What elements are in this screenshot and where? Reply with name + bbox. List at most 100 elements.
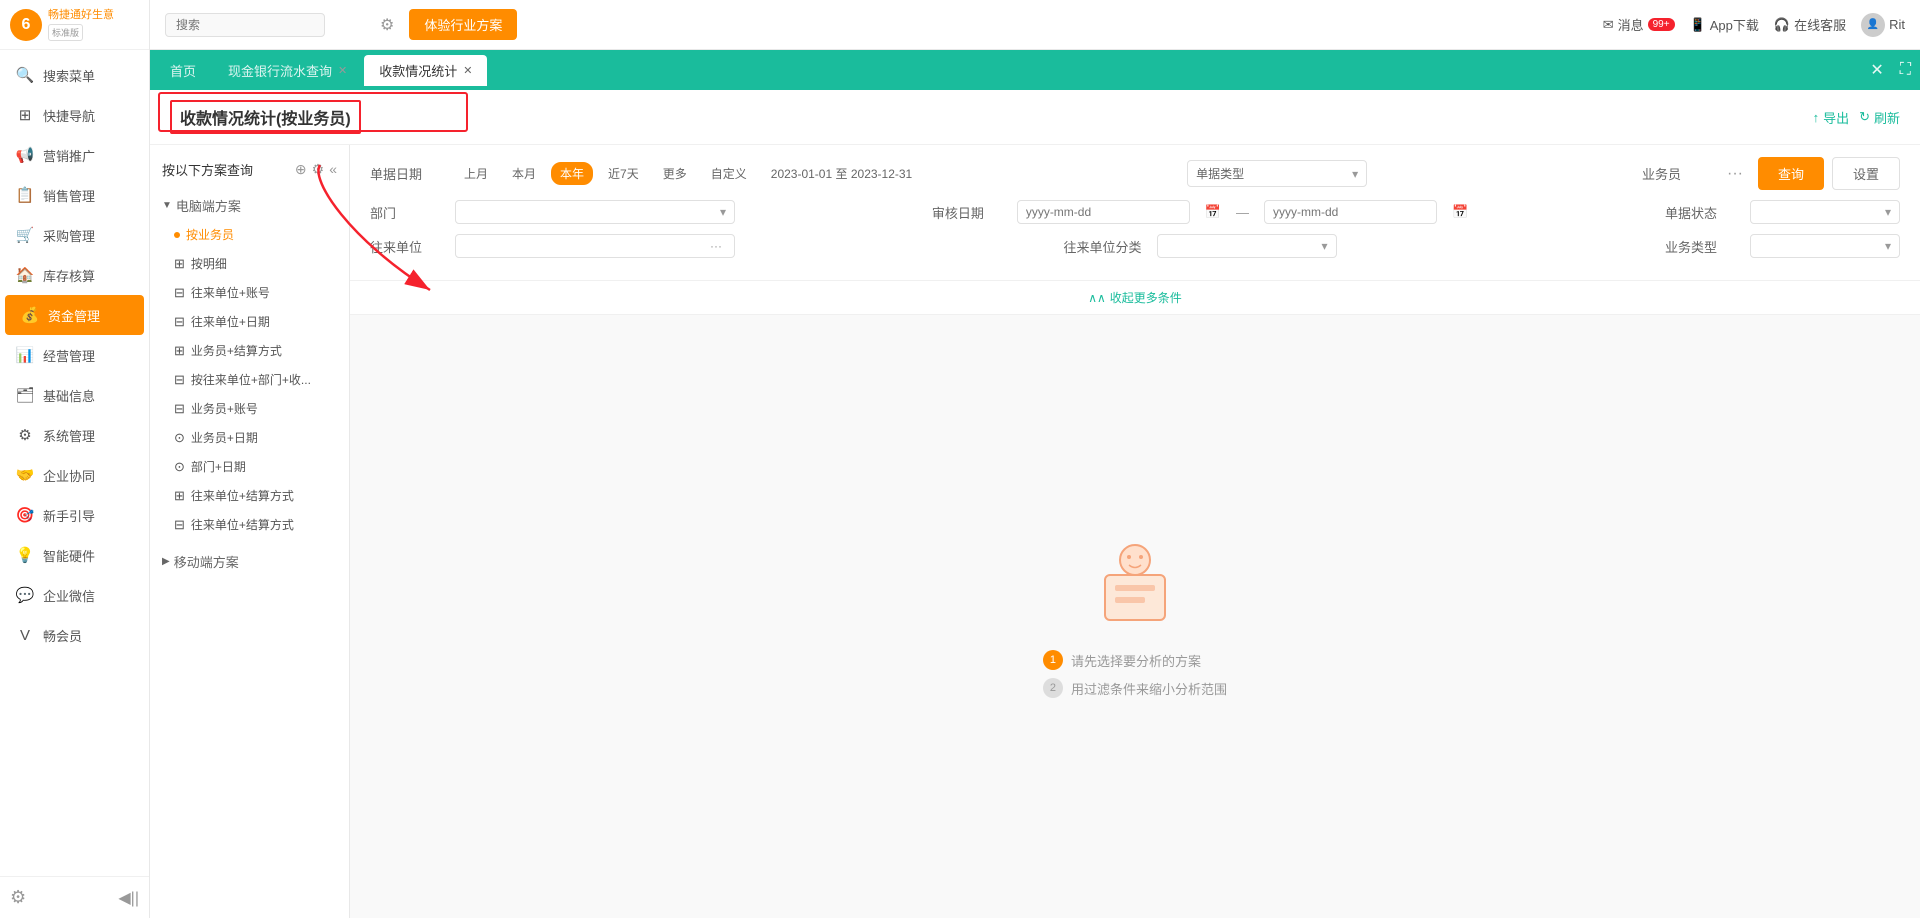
panel-header: 按以下方案查询 ⊕ ⚙ « [150,155,349,187]
dept-arrow: ▾ [720,205,726,219]
salesperson-scheme-label: 按业务员 [186,226,234,243]
logo-name: 畅捷通好生意 [48,8,114,22]
sidebar-item-system[interactable]: ⚙ 系统管理 [0,415,149,455]
panel-title: 按以下方案查询 [162,160,253,179]
sidebar-item-hardware[interactable]: 💡 智能硬件 [0,535,149,575]
date-btn-lastmonth[interactable]: 上月 [455,162,497,185]
doc-status-select[interactable]: ▾ [1750,200,1900,224]
tab-bank-close[interactable]: ✕ [338,64,347,77]
date-btn-thismonth[interactable]: 本月 [503,162,545,185]
dept-label: 部门 [370,203,440,222]
sidebar-item-quick[interactable]: ⊞ 快捷导航 [0,95,149,135]
trial-button[interactable]: 体验行业方案 [409,9,517,40]
tree-header-mobile[interactable]: ▶ 移动端方案 [150,547,349,576]
sidebar-item-enterprise[interactable]: 🤝 企业协同 [0,455,149,495]
doc-type-select[interactable]: 单据类型 ▾ [1187,160,1367,187]
tab-bank-label: 现金银行流水查询 [228,61,332,80]
collapse-icon[interactable]: ◀|| [118,888,139,908]
partner-label: 往来单位 [370,237,440,256]
tab-expand[interactable]: ⛶ [1896,57,1915,83]
page-title: 收款情况统计(按业务员) [170,100,361,134]
partner-category-select[interactable]: ▾ [1157,234,1337,258]
tree-section-mobile: ▶ 移动端方案 [150,543,349,580]
tab-home[interactable]: 首页 [155,55,211,86]
tab-receipt-close[interactable]: ✕ [463,64,472,77]
sidebar-item-purchase[interactable]: 🛒 采购管理 [0,215,149,255]
tree-item-sale-date[interactable]: ⊙ 业务员+日期 [150,423,349,452]
collapse-bar: ∧∧ 收起更多条件 [350,281,1920,315]
tab-receipt[interactable]: 收款情况统计 ✕ [364,55,487,86]
settings-icon[interactable]: ⚙ [10,887,26,908]
dept-select[interactable]: ▾ [455,200,735,224]
settings-scheme-icon[interactable]: ⚙ [312,161,325,178]
tree-item-sale-account[interactable]: ⊟ 业务员+账号 [150,394,349,423]
empty-state: 1 请先选择要分析的方案 2 用过滤条件来缩小分析范围 [350,315,1920,918]
tree-item-salesperson[interactable]: 按业务员 [150,220,349,249]
partner-category-arrow: ▾ [1321,239,1327,253]
message-button[interactable]: ✉ 消息 99+ [1603,15,1675,34]
page-actions: ↑ 导出 ↻ 刷新 [1813,108,1900,127]
sidebar-item-sales[interactable]: 📋 销售管理 [0,175,149,215]
tree-item-unit-date[interactable]: ⊟ 往来单位+日期 [150,307,349,336]
tree-item-unit-settlement2[interactable]: ⊞ 往来单位+结算方式 [150,481,349,510]
audit-date-to[interactable] [1264,200,1437,224]
online-service-button[interactable]: 🎧 在线客服 [1774,15,1846,34]
unit-settlement2-icon: ⊞ [174,488,185,504]
biz-type-select[interactable]: ▾ [1750,234,1900,258]
tree-item-unit-dept[interactable]: ⊟ 按往来单位+部门+收... [150,365,349,394]
partner-select[interactable]: ··· [455,234,735,258]
sidebar-item-inventory[interactable]: 🏠 库存核算 [0,255,149,295]
audit-calendar-2[interactable]: 📅 [1452,204,1468,220]
page-header: 收款情况统计(按业务员) ↑ 导出 ↻ 刷新 [150,90,1920,145]
tree-item-unit-settlement3[interactable]: ⊟ 往来单位+结算方式 [150,510,349,539]
settings-button[interactable]: 设置 [1832,157,1900,190]
tab-bank[interactable]: 现金银行流水查询 ✕ [213,55,362,86]
tab-receipt-label: 收款情况统计 [379,61,457,80]
collapse-conditions-button[interactable]: ∧∧ 收起更多条件 [1088,289,1182,306]
date-btn-thisyear[interactable]: 本年 [551,162,593,185]
tree-header-pc[interactable]: ▼ 电脑端方案 [150,191,349,220]
date-btn-7days[interactable]: 近7天 [599,162,648,185]
salesperson-more-icon[interactable]: ··· [1727,165,1743,183]
tree-item-sale-settlement[interactable]: ⊞ 业务员+结算方式 [150,336,349,365]
step-1-num: 1 [1043,650,1063,670]
doc-type-arrow: ▾ [1352,167,1358,181]
add-scheme-icon[interactable]: ⊕ [295,161,307,178]
audit-calendar-1[interactable]: 📅 [1205,204,1221,220]
tab-close-all[interactable]: ✕ [1866,56,1887,84]
sidebar-item-operations[interactable]: 📊 经营管理 [0,335,149,375]
date-quick-group: 上月 本月 本年 近7天 更多 自定义 [455,162,756,185]
date-btn-more[interactable]: 更多 [654,162,696,185]
app-download-button[interactable]: 📱 App下载 [1690,15,1759,34]
quick-icon: ⊞ [15,105,35,125]
biz-type-arrow: ▾ [1885,239,1891,253]
tree-item-unit-account[interactable]: ⊟ 往来单位+账号 [150,278,349,307]
export-button[interactable]: ↑ 导出 [1813,108,1850,127]
empty-illustration [1085,535,1185,635]
collapse-panel-icon[interactable]: « [329,161,337,178]
message-icon: ✉ [1603,17,1614,33]
sidebar-item-search[interactable]: 🔍 搜索菜单 [0,55,149,95]
sidebar-nav: 🔍 搜索菜单 ⊞ 快捷导航 📢 营销推广 📋 销售管理 🛒 采购管理 🏠 库存核… [0,50,149,876]
active-dot [174,232,180,238]
date-btn-custom[interactable]: 自定义 [702,162,756,185]
partner-more-btn[interactable]: ··· [710,239,722,253]
topbar-search-input[interactable] [165,13,325,37]
query-button[interactable]: 查询 [1758,157,1824,190]
sidebar-item-finance[interactable]: 💰 资金管理 [5,295,144,335]
salesperson-label: 业务员 [1642,164,1712,183]
enterprise-icon: 🤝 [15,465,35,485]
sidebar-item-member[interactable]: V 畅会员 [0,615,149,655]
audit-date-from[interactable] [1017,200,1190,224]
tree-item-detail[interactable]: ⊞ 按明细 [150,249,349,278]
dept-date-icon: ⊙ [174,459,185,475]
doc-status-arrow: ▾ [1885,205,1891,219]
tree-item-dept-date[interactable]: ⊙ 部门+日期 [150,452,349,481]
user-avatar[interactable]: 👤 Rit [1861,13,1905,37]
sidebar-item-base[interactable]: 🗂 基础信息 [0,375,149,415]
refresh-button[interactable]: ↻ 刷新 [1859,108,1900,127]
sidebar-item-guide[interactable]: 🎯 新手引导 [0,495,149,535]
sidebar-item-marketing[interactable]: 📢 营销推广 [0,135,149,175]
sidebar-item-wechat[interactable]: 💬 企业微信 [0,575,149,615]
gear-icon[interactable]: ⚙ [380,15,394,35]
